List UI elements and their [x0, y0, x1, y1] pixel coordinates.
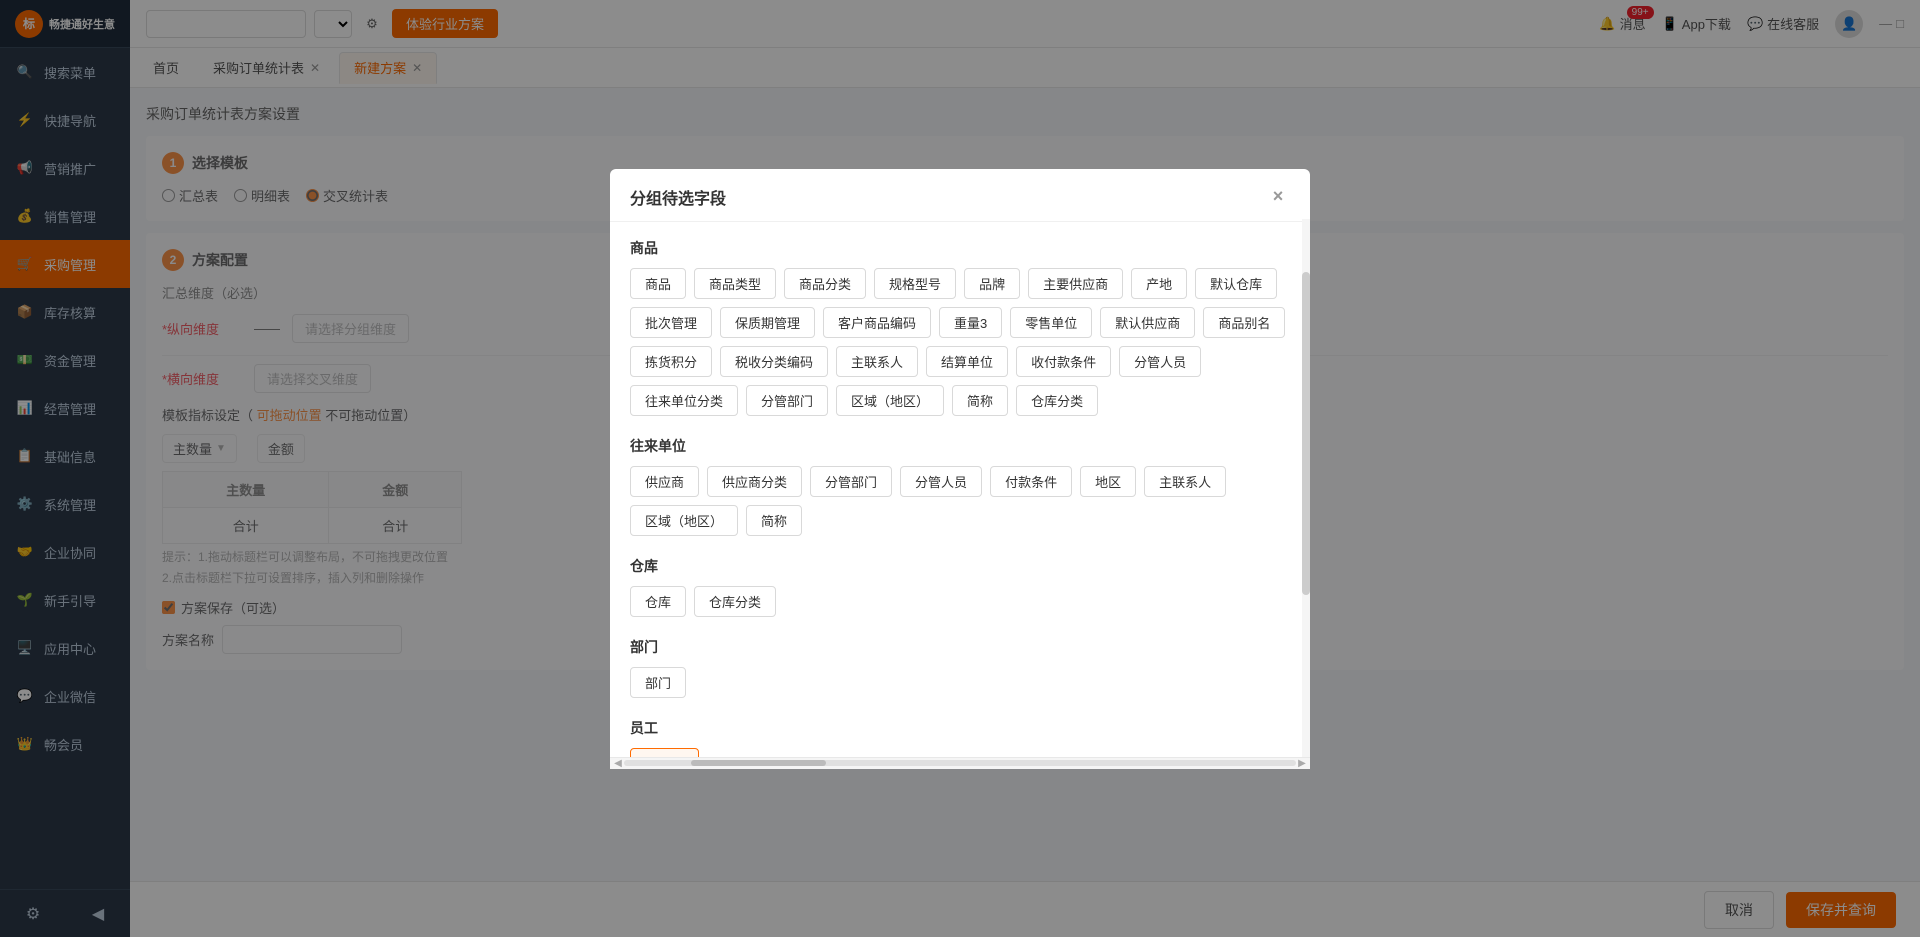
- field-tag-product-6[interactable]: 产地: [1131, 268, 1187, 299]
- hscroll-track[interactable]: [624, 760, 1296, 766]
- field-tag-warehouse-0[interactable]: 仓库: [630, 586, 686, 617]
- section-title-employee: 员工: [630, 718, 1296, 738]
- employee-field-tags: 业务员: [630, 748, 1296, 757]
- field-tag-partner-2[interactable]: 分管部门: [810, 466, 892, 497]
- field-tag-product-0[interactable]: 商品: [630, 268, 686, 299]
- field-tag-product-19[interactable]: 收付款条件: [1016, 346, 1111, 377]
- field-tag-product-3[interactable]: 规格型号: [874, 268, 956, 299]
- modal-header: 分组待选字段 ×: [610, 169, 1310, 222]
- warehouse-field-tags: 仓库 仓库分类: [630, 586, 1296, 617]
- field-tag-product-18[interactable]: 结算单位: [926, 346, 1008, 377]
- field-tag-product-10[interactable]: 客户商品编码: [823, 307, 931, 338]
- field-tag-partner-1[interactable]: 供应商分类: [707, 466, 802, 497]
- field-tag-product-16[interactable]: 税收分类编码: [720, 346, 828, 377]
- field-tag-product-2[interactable]: 商品分类: [784, 268, 866, 299]
- modal-dialog: 分组待选字段 × 商品 商品 商品类型 商品分类 规格型号 品牌 主要供应商 产…: [610, 169, 1310, 769]
- partner-field-tags: 供应商 供应商分类 分管部门 分管人员 付款条件 地区 主联系人 区域（地区） …: [630, 466, 1296, 536]
- field-tag-product-5[interactable]: 主要供应商: [1028, 268, 1123, 299]
- field-tag-partner-8[interactable]: 简称: [746, 505, 802, 536]
- product-field-tags: 商品 商品类型 商品分类 规格型号 品牌 主要供应商 产地 默认仓库 批次管理 …: [630, 268, 1296, 416]
- section-title-product: 商品: [630, 238, 1296, 258]
- hscroll-thumb: [691, 760, 825, 766]
- field-tag-product-4[interactable]: 品牌: [964, 268, 1020, 299]
- section-title-partner: 往来单位: [630, 436, 1296, 456]
- field-tag-product-13[interactable]: 默认供应商: [1100, 307, 1195, 338]
- modal-vscroll-thumb: [1302, 272, 1310, 595]
- field-tag-product-14[interactable]: 商品别名: [1203, 307, 1285, 338]
- field-tag-product-23[interactable]: 区域（地区）: [836, 385, 944, 416]
- field-section-product: 商品 商品 商品类型 商品分类 规格型号 品牌 主要供应商 产地 默认仓库 批次…: [630, 238, 1296, 416]
- field-section-warehouse: 仓库 仓库 仓库分类: [630, 556, 1296, 617]
- field-tag-partner-3[interactable]: 分管人员: [900, 466, 982, 497]
- field-tag-product-15[interactable]: 拣货积分: [630, 346, 712, 377]
- modal-title: 分组待选字段: [630, 185, 726, 209]
- field-tag-product-11[interactable]: 重量3: [939, 307, 1002, 338]
- field-tag-product-24[interactable]: 简称: [952, 385, 1008, 416]
- field-tag-dept-0[interactable]: 部门: [630, 667, 686, 698]
- field-tag-product-17[interactable]: 主联系人: [836, 346, 918, 377]
- modal-close-button[interactable]: ×: [1266, 185, 1290, 209]
- hscroll-left-arrow[interactable]: ◀: [612, 758, 624, 769]
- field-tag-partner-7[interactable]: 区域（地区）: [630, 505, 738, 536]
- modal-hscroll-bar[interactable]: ◀ ▶: [610, 757, 1310, 769]
- field-tag-product-9[interactable]: 保质期管理: [720, 307, 815, 338]
- modal-body[interactable]: 商品 商品 商品类型 商品分类 规格型号 品牌 主要供应商 产地 默认仓库 批次…: [610, 222, 1310, 757]
- field-tag-product-22[interactable]: 分管部门: [746, 385, 828, 416]
- hscroll-right-arrow[interactable]: ▶: [1296, 758, 1308, 769]
- field-tag-product-12[interactable]: 零售单位: [1010, 307, 1092, 338]
- field-tag-partner-0[interactable]: 供应商: [630, 466, 699, 497]
- field-section-employee: 员工 业务员: [630, 718, 1296, 757]
- field-tag-employee-0[interactable]: 业务员: [630, 748, 699, 757]
- field-section-dept: 部门 部门: [630, 637, 1296, 698]
- field-tag-partner-4[interactable]: 付款条件: [990, 466, 1072, 497]
- field-tag-product-1[interactable]: 商品类型: [694, 268, 776, 299]
- modal-vertical-scrollbar[interactable]: [1302, 219, 1310, 757]
- field-tag-product-20[interactable]: 分管人员: [1119, 346, 1201, 377]
- field-tag-product-21[interactable]: 往来单位分类: [630, 385, 738, 416]
- field-tag-product-25[interactable]: 仓库分类: [1016, 385, 1098, 416]
- section-title-dept: 部门: [630, 637, 1296, 657]
- field-tag-product-7[interactable]: 默认仓库: [1195, 268, 1277, 299]
- section-title-warehouse: 仓库: [630, 556, 1296, 576]
- dept-field-tags: 部门: [630, 667, 1296, 698]
- field-section-partner: 往来单位 供应商 供应商分类 分管部门 分管人员 付款条件 地区 主联系人 区域…: [630, 436, 1296, 536]
- field-tag-warehouse-1[interactable]: 仓库分类: [694, 586, 776, 617]
- field-tag-partner-5[interactable]: 地区: [1080, 466, 1136, 497]
- field-tag-product-8[interactable]: 批次管理: [630, 307, 712, 338]
- field-tag-partner-6[interactable]: 主联系人: [1144, 466, 1226, 497]
- modal-overlay[interactable]: 分组待选字段 × 商品 商品 商品类型 商品分类 规格型号 品牌 主要供应商 产…: [0, 0, 1920, 937]
